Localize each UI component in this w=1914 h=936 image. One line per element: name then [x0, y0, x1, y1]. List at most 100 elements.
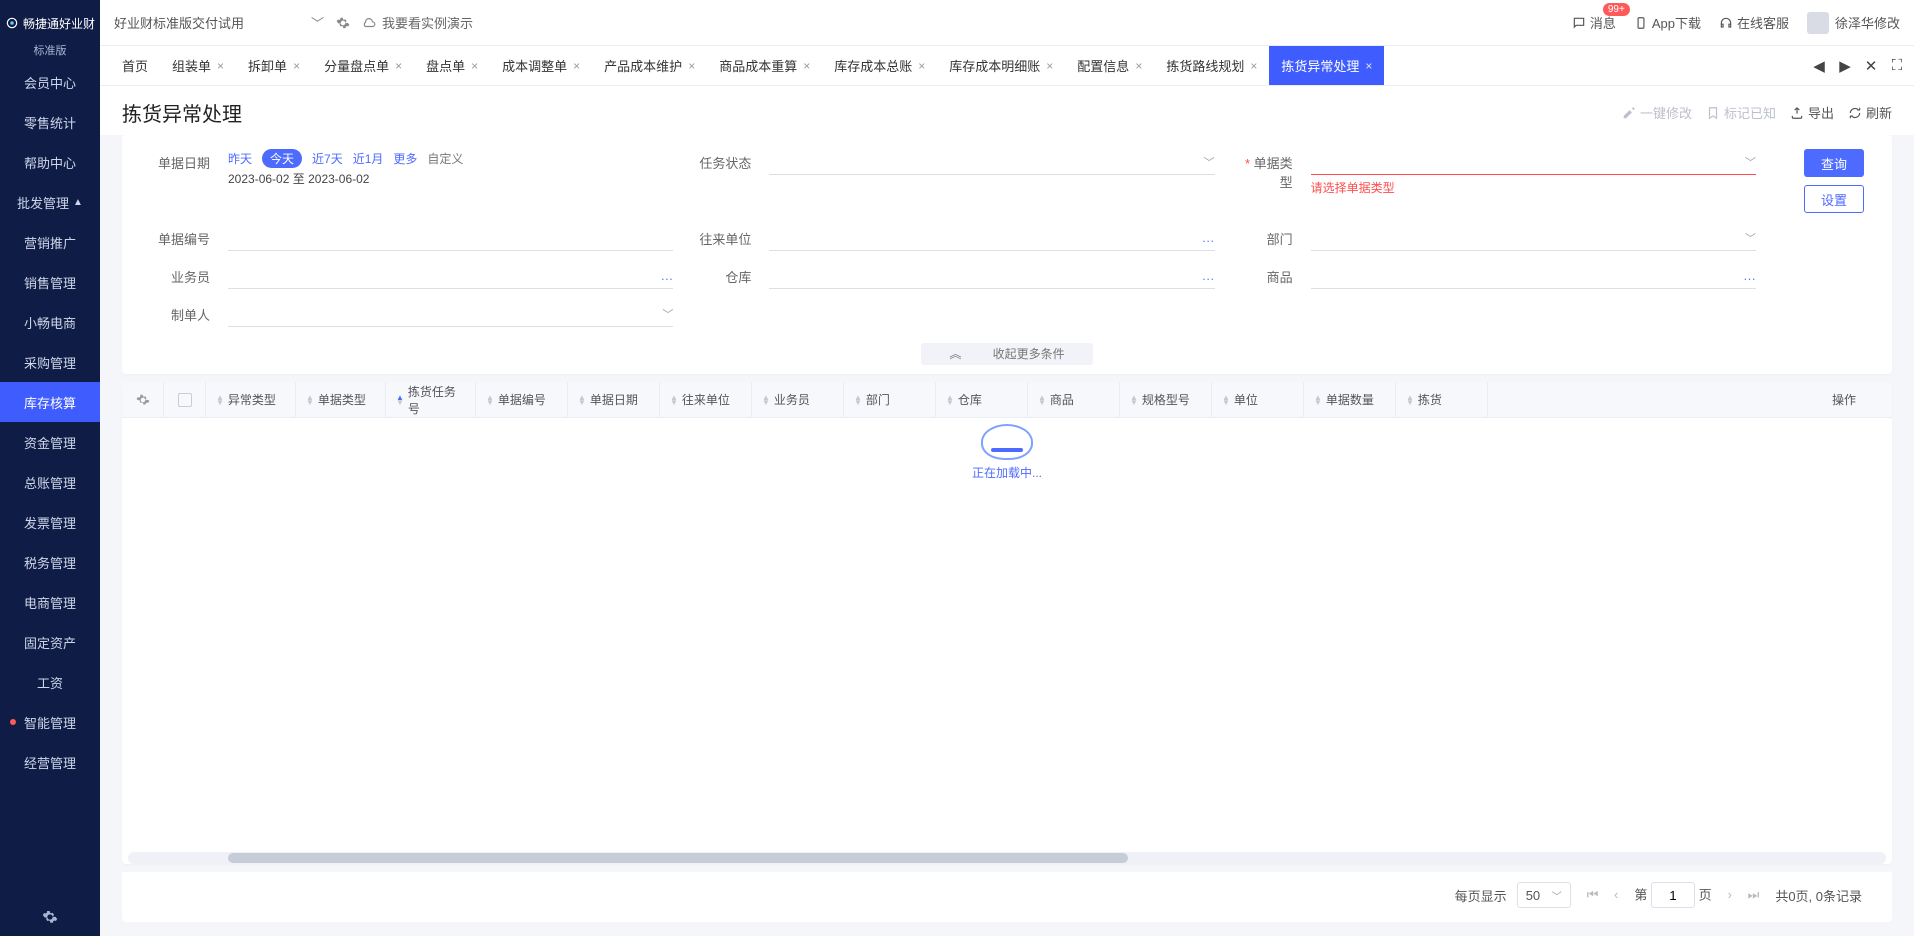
close-icon[interactable]: × — [217, 59, 224, 73]
date-filter[interactable]: 昨天 今天 近7天 近1月 更多 自定义 2023-06-02 至 2023-0… — [228, 149, 673, 187]
query-button[interactable]: 查询 — [1804, 149, 1864, 177]
messages-button[interactable]: 消息 99+ — [1572, 13, 1616, 32]
sidebar-item-15[interactable]: 工资 — [0, 662, 100, 702]
quick-last1m[interactable]: 近1月 — [353, 150, 384, 167]
close-icon[interactable]: × — [803, 59, 810, 73]
sidebar-item-0[interactable]: 会员中心 — [0, 62, 100, 102]
goods-lookup[interactable] — [1311, 263, 1756, 289]
export-button[interactable]: 导出 — [1790, 103, 1834, 122]
tabs-close-all[interactable]: ✕ — [1858, 57, 1884, 75]
salesman-lookup[interactable] — [228, 263, 673, 289]
per-page-select[interactable]: 50 ﹀ — [1517, 882, 1571, 908]
environment-selector[interactable]: 好业财标准版交付试用 ﹀ — [114, 13, 324, 32]
close-icon[interactable]: × — [688, 59, 695, 73]
task-status-select[interactable]: ﹀ — [769, 149, 1214, 175]
quick-today[interactable]: 今天 — [262, 149, 302, 168]
close-icon[interactable]: × — [1135, 59, 1142, 73]
horizontal-scrollbar[interactable] — [128, 852, 1886, 864]
tab-0[interactable]: 首页 — [110, 46, 160, 86]
sidebar-item-11[interactable]: 发票管理 — [0, 502, 100, 542]
table-settings-col[interactable] — [122, 382, 164, 417]
tab-5[interactable]: 成本调整单× — [490, 46, 592, 86]
sidebar-item-4[interactable]: 营销推广 — [0, 222, 100, 262]
quick-last7[interactable]: 近7天 — [312, 150, 343, 167]
tab-9[interactable]: 库存成本明细账× — [937, 46, 1065, 86]
sidebar-item-14[interactable]: 固定资产 — [0, 622, 100, 662]
column-header[interactable]: ▲▼单位 — [1212, 382, 1304, 417]
page-input[interactable] — [1651, 882, 1695, 908]
column-header[interactable]: ▲▼拣货 — [1396, 382, 1488, 417]
close-icon[interactable]: × — [1250, 59, 1257, 73]
sidebar-item-8[interactable]: 库存核算 — [0, 382, 100, 422]
column-header[interactable]: ▲▼单据数量 — [1304, 382, 1396, 417]
close-icon[interactable]: × — [1046, 59, 1053, 73]
quick-more[interactable]: 更多 — [393, 150, 417, 167]
column-header[interactable]: ▲▼规格型号 — [1120, 382, 1212, 417]
close-icon[interactable]: × — [395, 59, 402, 73]
tab-12[interactable]: 拣货异常处理× — [1269, 46, 1384, 86]
creator-select[interactable]: ﹀ — [228, 301, 673, 327]
column-header[interactable]: ▲▼异常类型 — [206, 382, 296, 417]
tab-4[interactable]: 盘点单× — [414, 46, 490, 86]
column-header[interactable]: ▲▼部门 — [844, 382, 936, 417]
doc-type-select[interactable]: ﹀ — [1311, 149, 1756, 175]
quick-custom[interactable]: 自定义 — [427, 150, 463, 167]
tabs-scroll-right[interactable]: ▶ — [1832, 57, 1858, 75]
scrollbar-thumb[interactable] — [228, 853, 1128, 863]
column-header[interactable]: ▲▼仓库 — [936, 382, 1028, 417]
prev-page-button[interactable]: ‹ — [1608, 887, 1624, 902]
tab-3[interactable]: 分量盘点单× — [312, 46, 414, 86]
close-icon[interactable]: × — [918, 59, 925, 73]
tabs-fullscreen[interactable]: ⛶ — [1884, 57, 1910, 74]
close-icon[interactable]: × — [293, 59, 300, 73]
quick-yesterday[interactable]: 昨天 — [228, 150, 252, 167]
sidebar-item-12[interactable]: 税务管理 — [0, 542, 100, 582]
collapse-toggle[interactable]: ︽ 收起更多条件 — [150, 339, 1864, 370]
tab-8[interactable]: 库存成本总账× — [822, 46, 937, 86]
partner-lookup[interactable] — [769, 225, 1214, 251]
sidebar-item-2[interactable]: 帮助中心 — [0, 142, 100, 182]
refresh-button[interactable]: 刷新 — [1848, 103, 1892, 122]
first-page-button[interactable]: ⏮ — [1581, 887, 1605, 902]
sidebar-item-5[interactable]: 销售管理 — [0, 262, 100, 302]
support-button[interactable]: 在线客服 — [1719, 13, 1789, 32]
app-download-button[interactable]: App下载 — [1634, 13, 1701, 32]
close-icon[interactable]: × — [573, 59, 580, 73]
user-menu[interactable]: 徐泽华修改 — [1807, 12, 1900, 34]
column-header[interactable]: ▲▼拣货任务号 — [386, 382, 476, 417]
sidebar-item-6[interactable]: 小畅电商 — [0, 302, 100, 342]
warehouse-lookup[interactable] — [769, 263, 1214, 289]
tabs-scroll-left[interactable]: ◀ — [1806, 57, 1832, 75]
close-icon[interactable]: × — [1365, 59, 1372, 73]
env-settings-button[interactable] — [336, 15, 350, 31]
tab-2[interactable]: 拆卸单× — [236, 46, 312, 86]
column-header[interactable]: ▲▼单据类型 — [296, 382, 386, 417]
last-page-button[interactable]: ⏭ — [1742, 887, 1766, 902]
column-header[interactable]: ▲▼往来单位 — [660, 382, 752, 417]
sidebar-item-9[interactable]: 资金管理 — [0, 422, 100, 462]
sidebar-item-16[interactable]: 智能管理 — [0, 702, 100, 742]
sidebar-item-3[interactable]: 批发管理▲ — [0, 182, 100, 222]
tab-10[interactable]: 配置信息× — [1065, 46, 1154, 86]
sidebar-item-13[interactable]: 电商管理 — [0, 582, 100, 622]
column-header[interactable]: ▲▼商品 — [1028, 382, 1120, 417]
column-header[interactable]: ▲▼单据编号 — [476, 382, 568, 417]
dept-select[interactable]: ﹀ — [1311, 225, 1756, 251]
select-all-checkbox[interactable] — [164, 382, 206, 417]
sidebar-item-7[interactable]: 采购管理 — [0, 342, 100, 382]
next-page-button[interactable]: › — [1722, 887, 1738, 902]
sidebar-item-1[interactable]: 零售统计 — [0, 102, 100, 142]
column-header[interactable]: ▲▼单据日期 — [568, 382, 660, 417]
sidebar-item-17[interactable]: 经营管理 — [0, 742, 100, 782]
close-icon[interactable]: × — [471, 59, 478, 73]
tab-7[interactable]: 商品成本重算× — [707, 46, 822, 86]
tab-1[interactable]: 组装单× — [160, 46, 236, 86]
sidebar-item-10[interactable]: 总账管理 — [0, 462, 100, 502]
setting-button[interactable]: 设置 — [1804, 185, 1864, 213]
demo-button[interactable]: 我要看实例演示 — [362, 13, 473, 32]
tab-11[interactable]: 拣货路线规划× — [1154, 46, 1269, 86]
doc-no-input[interactable] — [228, 225, 673, 251]
sidebar-settings[interactable] — [0, 901, 100, 936]
tab-6[interactable]: 产品成本维护× — [592, 46, 707, 86]
column-header[interactable]: ▲▼业务员 — [752, 382, 844, 417]
